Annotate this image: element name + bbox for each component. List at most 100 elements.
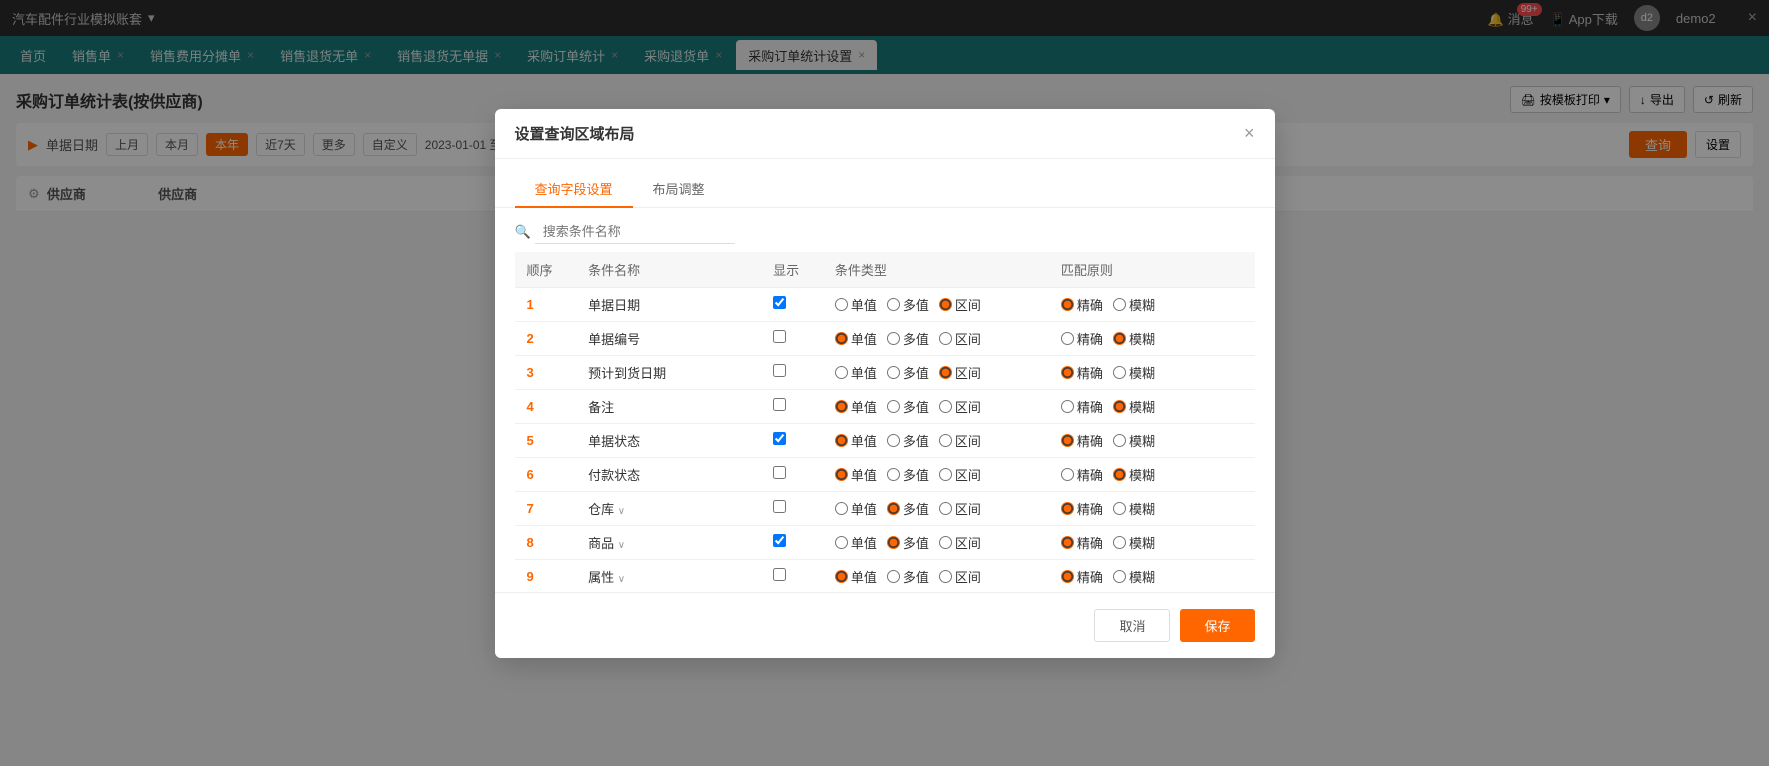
- row-display[interactable]: [761, 355, 823, 389]
- match-radio-精确[interactable]: 精确: [1061, 465, 1103, 484]
- match-radio-精确[interactable]: 精确: [1061, 533, 1103, 552]
- th-display: 显示: [761, 252, 823, 288]
- row-type: 单值多值区间: [823, 559, 1049, 592]
- row-type: 单值多值区间: [823, 355, 1049, 389]
- row-display[interactable]: [761, 287, 823, 321]
- match-radio-模糊[interactable]: 模糊: [1113, 329, 1155, 348]
- type-radio-区间[interactable]: 区间: [939, 363, 981, 382]
- table-row: 7仓库 ∨单值多值区间精确模糊: [515, 491, 1255, 525]
- match-radio-模糊[interactable]: 模糊: [1113, 397, 1155, 416]
- type-radio-区间[interactable]: 区间: [939, 295, 981, 314]
- match-radio-精确[interactable]: 精确: [1061, 431, 1103, 450]
- row-match: 精确模糊: [1049, 559, 1255, 592]
- type-radio-区间[interactable]: 区间: [939, 465, 981, 484]
- type-radio-单值[interactable]: 单值: [835, 295, 877, 314]
- row-order: 1: [515, 287, 577, 321]
- row-match: 精确模糊: [1049, 525, 1255, 559]
- row-match: 精确模糊: [1049, 389, 1255, 423]
- row-type: 单值多值区间: [823, 321, 1049, 355]
- type-radio-单值[interactable]: 单值: [835, 363, 877, 382]
- search-input[interactable]: [535, 220, 735, 244]
- type-radio-单值[interactable]: 单值: [835, 567, 877, 586]
- display-checkbox[interactable]: [773, 296, 786, 309]
- tab-layout-adjust[interactable]: 布局调整: [633, 171, 725, 208]
- type-radio-多值[interactable]: 多值: [887, 499, 929, 518]
- table-row: 5单据状态单值多值区间精确模糊: [515, 423, 1255, 457]
- match-radio-模糊[interactable]: 模糊: [1113, 295, 1155, 314]
- type-radio-区间[interactable]: 区间: [939, 397, 981, 416]
- tab-query-fields[interactable]: 查询字段设置: [515, 171, 633, 208]
- display-checkbox[interactable]: [773, 500, 786, 513]
- match-radio-精确[interactable]: 精确: [1061, 329, 1103, 348]
- type-radio-多值[interactable]: 多值: [887, 431, 929, 450]
- row-type: 单值多值区间: [823, 389, 1049, 423]
- row-type: 单值多值区间: [823, 457, 1049, 491]
- match-radio-模糊[interactable]: 模糊: [1113, 363, 1155, 382]
- type-radio-单值[interactable]: 单值: [835, 465, 877, 484]
- type-radio-多值[interactable]: 多值: [887, 329, 929, 348]
- type-radio-多值[interactable]: 多值: [887, 295, 929, 314]
- row-order: 8: [515, 525, 577, 559]
- row-type: 单值多值区间: [823, 287, 1049, 321]
- match-radio-精确[interactable]: 精确: [1061, 499, 1103, 518]
- save-button[interactable]: 保存: [1180, 609, 1254, 642]
- display-checkbox[interactable]: [773, 466, 786, 479]
- match-radio-精确[interactable]: 精确: [1061, 363, 1103, 382]
- type-radio-区间[interactable]: 区间: [939, 499, 981, 518]
- dialog-close-button[interactable]: ×: [1244, 124, 1255, 142]
- type-radio-多值[interactable]: 多值: [887, 567, 929, 586]
- match-radio-模糊[interactable]: 模糊: [1113, 465, 1155, 484]
- row-display[interactable]: [761, 457, 823, 491]
- type-radio-区间[interactable]: 区间: [939, 329, 981, 348]
- row-order: 6: [515, 457, 577, 491]
- display-checkbox[interactable]: [773, 364, 786, 377]
- type-radio-多值[interactable]: 多值: [887, 363, 929, 382]
- table-row: 6付款状态单值多值区间精确模糊: [515, 457, 1255, 491]
- dialog-tabs: 查询字段设置 布局调整: [495, 159, 1275, 208]
- dialog-search-area: 🔍: [495, 208, 1275, 252]
- display-checkbox[interactable]: [773, 398, 786, 411]
- match-radio-模糊[interactable]: 模糊: [1113, 567, 1155, 586]
- row-display[interactable]: [761, 559, 823, 592]
- display-checkbox[interactable]: [773, 568, 786, 581]
- row-name: 属性 ∨: [576, 559, 761, 592]
- type-radio-区间[interactable]: 区间: [939, 567, 981, 586]
- th-match: 匹配原则: [1049, 252, 1255, 288]
- table-row: 1单据日期单值多值区间精确模糊: [515, 287, 1255, 321]
- match-radio-精确[interactable]: 精确: [1061, 295, 1103, 314]
- row-display[interactable]: [761, 389, 823, 423]
- type-radio-多值[interactable]: 多值: [887, 465, 929, 484]
- table-row: 3预计到货日期单值多值区间精确模糊: [515, 355, 1255, 389]
- type-radio-多值[interactable]: 多值: [887, 397, 929, 416]
- th-type: 条件类型: [823, 252, 1049, 288]
- row-display[interactable]: [761, 423, 823, 457]
- type-radio-单值[interactable]: 单值: [835, 499, 877, 518]
- display-checkbox[interactable]: [773, 534, 786, 547]
- display-checkbox[interactable]: [773, 432, 786, 445]
- match-radio-精确[interactable]: 精确: [1061, 397, 1103, 416]
- type-radio-单值[interactable]: 单值: [835, 397, 877, 416]
- row-display[interactable]: [761, 491, 823, 525]
- row-match: 精确模糊: [1049, 355, 1255, 389]
- row-order: 5: [515, 423, 577, 457]
- cancel-button[interactable]: 取消: [1094, 609, 1170, 642]
- type-radio-区间[interactable]: 区间: [939, 533, 981, 552]
- table-row: 9属性 ∨单值多值区间精确模糊: [515, 559, 1255, 592]
- row-type: 单值多值区间: [823, 491, 1049, 525]
- match-radio-模糊[interactable]: 模糊: [1113, 533, 1155, 552]
- match-radio-模糊[interactable]: 模糊: [1113, 431, 1155, 450]
- type-radio-单值[interactable]: 单值: [835, 329, 877, 348]
- dialog-header: 设置查询区域布局 ×: [495, 109, 1275, 159]
- row-order: 2: [515, 321, 577, 355]
- display-checkbox[interactable]: [773, 330, 786, 343]
- type-radio-单值[interactable]: 单值: [835, 533, 877, 552]
- row-type: 单值多值区间: [823, 423, 1049, 457]
- match-radio-模糊[interactable]: 模糊: [1113, 499, 1155, 518]
- row-display[interactable]: [761, 321, 823, 355]
- th-name: 条件名称: [576, 252, 761, 288]
- match-radio-精确[interactable]: 精确: [1061, 567, 1103, 586]
- type-radio-单值[interactable]: 单值: [835, 431, 877, 450]
- type-radio-区间[interactable]: 区间: [939, 431, 981, 450]
- type-radio-多值[interactable]: 多值: [887, 533, 929, 552]
- row-display[interactable]: [761, 525, 823, 559]
